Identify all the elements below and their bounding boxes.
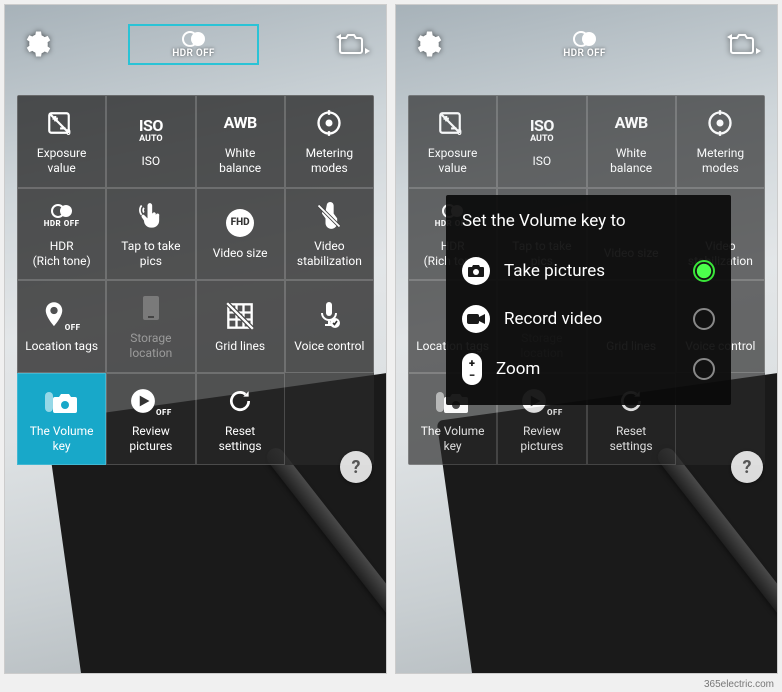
cell-tap-to-take[interactable]: Tap to take pics (106, 188, 195, 281)
settings-gear-icon[interactable] (21, 29, 51, 59)
top-bar: HDR OFF (5, 5, 386, 83)
hdr-toggle[interactable]: HDR OFF (128, 24, 258, 65)
watermark: 365electric.com (704, 679, 774, 690)
cell-exposure-value[interactable]: 0 Exposure value (17, 95, 106, 188)
cell-iso[interactable]: ISOAUTOISO (497, 95, 586, 188)
radio-icon (693, 308, 715, 330)
settings-gear-icon[interactable] (412, 29, 442, 59)
cell-white-balance[interactable]: AWBWhite balance (587, 95, 676, 188)
cell-metering[interactable]: Metering modes (676, 95, 765, 188)
cell-hdr-richtone[interactable]: HDR OFF HDR (Rich tone) (17, 188, 106, 281)
cell-review-pictures[interactable]: OFF Review pictures (106, 373, 195, 466)
cell-location-tags[interactable]: OFF Location tags (17, 280, 106, 373)
right-pane: HDR OFF 0Exposure value ISOAUTOISO AWBWh… (395, 4, 778, 674)
cell-voice-control[interactable]: Voice control (285, 280, 374, 373)
switch-camera-icon[interactable] (727, 31, 761, 57)
cell-metering[interactable]: Metering modes (285, 95, 374, 188)
cell-storage-location: Storage location (106, 280, 195, 373)
camera-icon (462, 257, 490, 285)
top-bar: HDR OFF (396, 5, 777, 83)
help-button[interactable]: ? (340, 451, 372, 483)
radio-icon (693, 358, 715, 380)
option-record-video[interactable]: Record video (460, 295, 717, 343)
switch-camera-icon[interactable] (336, 31, 370, 57)
option-zoom[interactable]: +− Zoom (460, 343, 717, 395)
zoom-icon: +− (462, 353, 482, 385)
video-icon (462, 305, 490, 333)
volume-key-dialog: Set the Volume key to Take pictures Reco… (446, 195, 731, 405)
cell-white-balance[interactable]: AWB White balance (196, 95, 285, 188)
cell-exposure-value[interactable]: 0Exposure value (408, 95, 497, 188)
hdr-toggle[interactable]: HDR OFF (521, 26, 647, 63)
cell-reset-settings[interactable]: Reset settings (196, 373, 285, 466)
cell-video-stabilisation[interactable]: Video stabilization (285, 188, 374, 281)
cell-iso[interactable]: ISOAUTO ISO (106, 95, 195, 188)
left-pane: HDR OFF 0 Exposure value ISOAUTO ISO AWB… (4, 4, 387, 674)
radio-icon (693, 260, 715, 282)
cell-volume-key[interactable]: The Volume key (17, 373, 106, 466)
dialog-title: Set the Volume key to (460, 211, 717, 231)
cell-grid-lines[interactable]: Grid lines (196, 280, 285, 373)
cell-video-size[interactable]: FHD Video size (196, 188, 285, 281)
option-take-pictures[interactable]: Take pictures (460, 247, 717, 295)
settings-grid: 0 Exposure value ISOAUTO ISO AWB White b… (17, 95, 374, 465)
help-button[interactable]: ? (731, 451, 763, 483)
